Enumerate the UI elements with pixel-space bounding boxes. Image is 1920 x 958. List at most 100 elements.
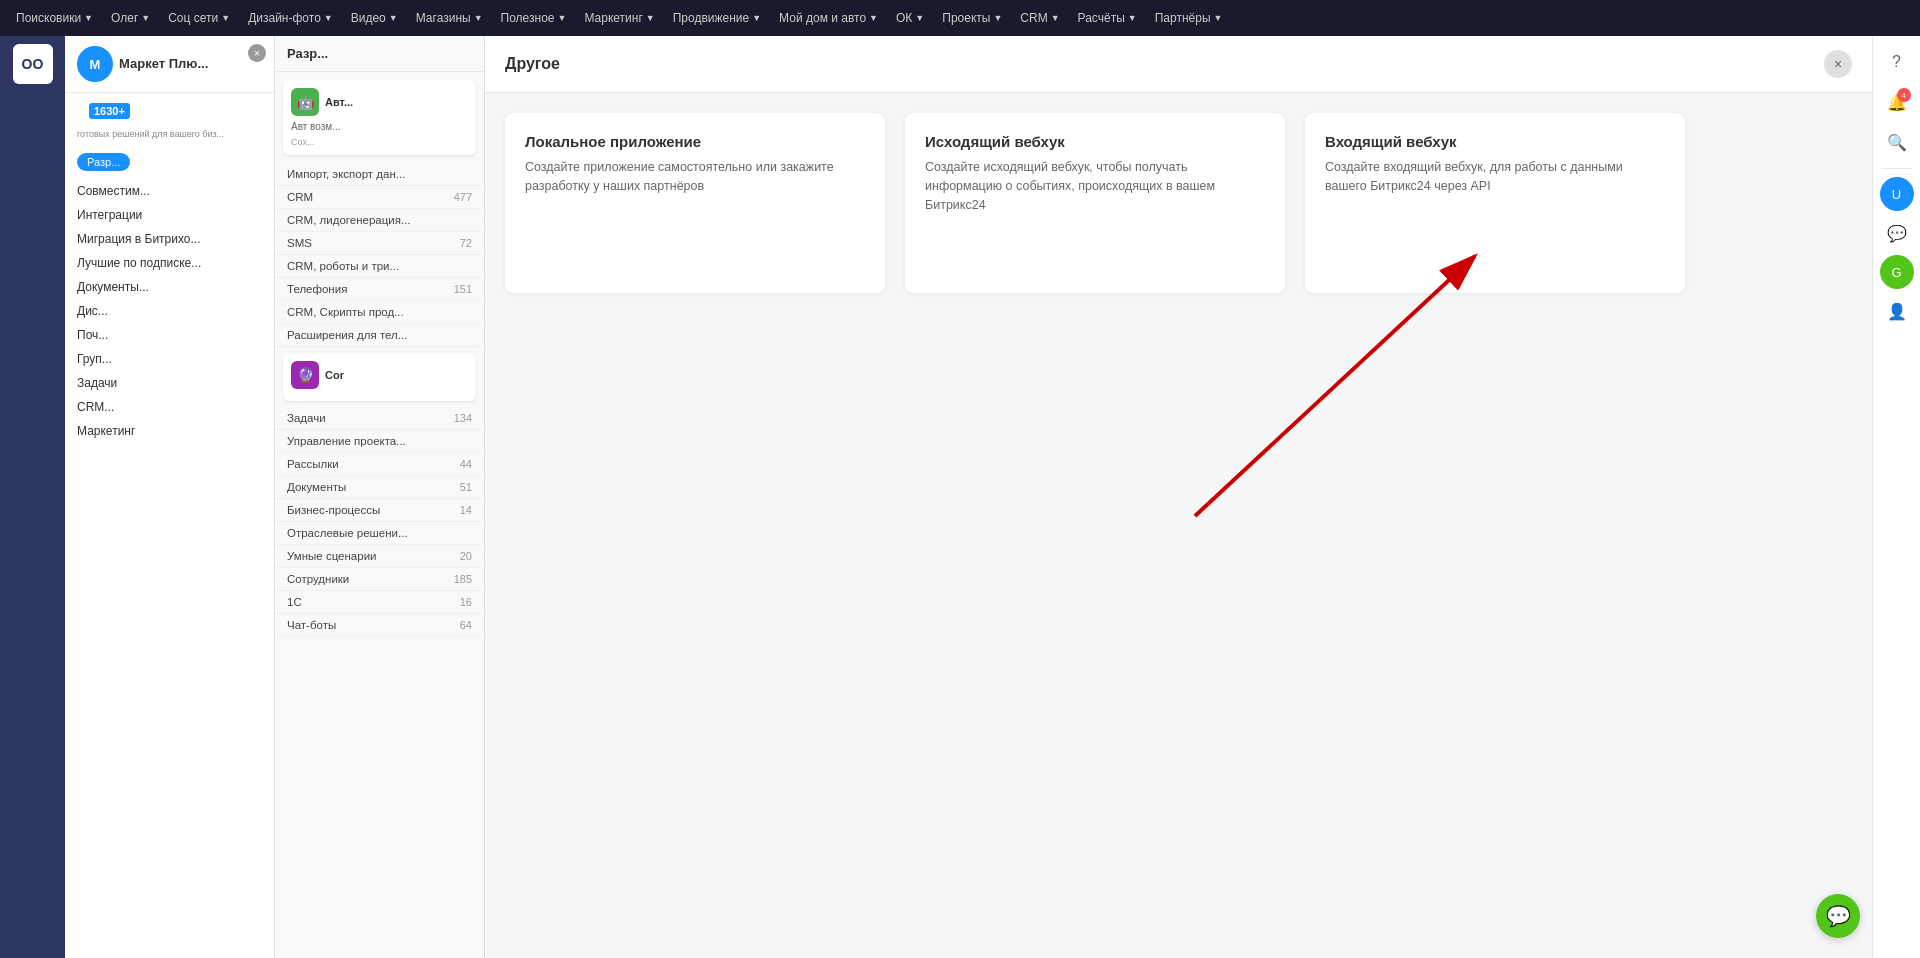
filter-button[interactable]: Разр... (77, 153, 130, 171)
filter-item-tasks[interactable]: Задачи 134 (275, 407, 484, 430)
chevron-icon: ▼ (389, 13, 398, 23)
chevron-icon: ▼ (558, 13, 567, 23)
fab-support-button[interactable]: 💬 (1816, 894, 1860, 938)
nav-item-design[interactable]: Дизайн-фото ▼ (240, 7, 341, 29)
nav-item-crm-nav[interactable]: CRM... (65, 395, 274, 419)
nav-item-poisk[interactable]: Поисковики ▼ (8, 7, 101, 29)
app-sidebar: OO (0, 36, 65, 958)
filter-panel-header: Разр... (275, 36, 484, 72)
card-incoming-webhook[interactable]: Входящий вебхук Создайте входящий вебхук… (1305, 113, 1685, 293)
card-local-app[interactable]: Локальное приложение Создайте приложение… (505, 113, 885, 293)
market-panel-title: Маркет Плю... (119, 56, 208, 72)
filter-item-extensions[interactable]: Расширения для тел... (275, 324, 484, 347)
chat-icon-button[interactable]: 💬 (1879, 215, 1915, 251)
nav-item-marketing[interactable]: Маркетинг ▼ (576, 7, 662, 29)
card-outgoing-desc: Создайте исходящий вебхук, чтобы получат… (925, 158, 1265, 214)
nav-item-useful[interactable]: Полезное ▼ (493, 7, 575, 29)
market-panel-header: M Маркет Плю... × (65, 36, 274, 93)
app-icon-1: 🤖 (291, 88, 319, 116)
filter-item-mailings[interactable]: Рассылки 44 (275, 453, 484, 476)
chevron-icon: ▼ (221, 13, 230, 23)
question-icon-button[interactable]: ? (1879, 44, 1915, 80)
card-outgoing-title: Исходящий вебхук (925, 133, 1265, 150)
search-icon-button[interactable]: 🔍 (1879, 124, 1915, 160)
app-card-mini-cor[interactable]: 🔮 Cor (283, 353, 476, 401)
filter-item-telephony[interactable]: Телефония 151 (275, 278, 484, 301)
app-card-mini-1[interactable]: 🤖 Авт... Авт возм... Сох... (283, 80, 476, 155)
market-panel: M Маркет Плю... × 1630+ готовых решений … (65, 36, 275, 958)
filter-item-1c[interactable]: 1С 16 (275, 591, 484, 614)
nav-item-crm[interactable]: CRM ▼ (1012, 7, 1067, 29)
modal-header: Другое × (485, 36, 1872, 93)
card-incoming-title: Входящий вебхук (1325, 133, 1665, 150)
filter-item-biz-processes[interactable]: Бизнес-процессы 14 (275, 499, 484, 522)
nav-item-tasks[interactable]: Задачи (65, 371, 274, 395)
nav-item-oleg[interactable]: Олег ▼ (103, 7, 158, 29)
nav-item-shops[interactable]: Магазины ▼ (408, 7, 491, 29)
user-avatar-button[interactable]: U (1880, 177, 1914, 211)
nav-item-calc[interactable]: Расчёты ▼ (1070, 7, 1145, 29)
nav-item-grup[interactable]: Груп... (65, 347, 274, 371)
person-outline-icon-button[interactable]: 👤 (1879, 293, 1915, 329)
card-local-app-title: Локальное приложение (525, 133, 865, 150)
filter-item-crm-scripts[interactable]: CRM, Скрипты прод... (275, 301, 484, 324)
nav-item-social[interactable]: Соц сети ▼ (160, 7, 238, 29)
nav-item-partners[interactable]: Партнёры ▼ (1147, 7, 1231, 29)
modal-dialog: Другое × Локальное приложение Создайте п… (485, 36, 1872, 958)
filter-item-crm-lead[interactable]: CRM, лидогенерация... (275, 209, 484, 232)
filter-item-projects[interactable]: Управление проекта... (275, 430, 484, 453)
card-incoming-desc: Создайте входящий вебхук, для работы с д… (1325, 158, 1665, 196)
filter-list: Импорт, экспорт дан... CRM 477 CRM, лидо… (275, 163, 484, 958)
nav-item-promo[interactable]: Продвижение ▼ (665, 7, 769, 29)
filter-item-documents[interactable]: Документы 51 (275, 476, 484, 499)
market-nav-list: Совместим... Интеграции Миграция в Битри… (65, 179, 274, 958)
content-area: M Маркет Плю... × 1630+ готовых решений … (65, 36, 1920, 958)
nav-item-integrations[interactable]: Интеграции (65, 203, 274, 227)
nav-item-migration[interactable]: Миграция в Битрихо... (65, 227, 274, 251)
app-desc-1: Авт возм... (291, 120, 468, 133)
card-local-app-desc: Создайте приложение самостоятельно или з… (525, 158, 865, 196)
main-layout: OO M Маркет Плю... × 1630+ готовых решен… (0, 36, 1920, 958)
green-avatar-button[interactable]: G (1880, 255, 1914, 289)
chevron-icon: ▼ (1214, 13, 1223, 23)
chevron-icon: ▼ (324, 13, 333, 23)
filter-item-employees[interactable]: Сотрудники 185 (275, 568, 484, 591)
chevron-icon: ▼ (474, 13, 483, 23)
market-counter: 1630+ (89, 103, 130, 119)
nav-item-ok[interactable]: ОК ▼ (888, 7, 932, 29)
market-panel-close-button[interactable]: × (248, 44, 266, 62)
filter-item-smart-scenarios[interactable]: Умные сценарии 20 (275, 545, 484, 568)
nav-item-video[interactable]: Видео ▼ (343, 7, 406, 29)
nav-item-marketing-nav[interactable]: Маркетинг (65, 419, 274, 443)
modal-overlay: Другое × Локальное приложение Создайте п… (485, 36, 1872, 958)
chevron-icon: ▼ (141, 13, 150, 23)
chevron-icon: ▼ (915, 13, 924, 23)
chevron-icon: ▼ (1051, 13, 1060, 23)
sidebar-divider (1882, 168, 1912, 169)
filter-panel: Разр... 🤖 Авт... Авт возм... Сох... Импо… (275, 36, 485, 958)
filter-item-chatbots[interactable]: Чат-боты 64 (275, 614, 484, 637)
app-title-1: Авт... (325, 96, 353, 108)
card-outgoing-webhook[interactable]: Исходящий вебхук Создайте исходящий вебх… (905, 113, 1285, 293)
filter-item-crm-robots[interactable]: CRM, роботы и три... (275, 255, 484, 278)
chevron-icon: ▼ (84, 13, 93, 23)
nav-item-sovmestimost[interactable]: Совместим... (65, 179, 274, 203)
nav-item-best-sub[interactable]: Лучшие по подписке... (65, 251, 274, 275)
nav-item-projects[interactable]: Проекты ▼ (934, 7, 1010, 29)
filter-item-import[interactable]: Импорт, экспорт дан... (275, 163, 484, 186)
modal-title: Другое (505, 55, 560, 73)
nav-item-dis[interactable]: Дис... (65, 299, 274, 323)
modal-close-button[interactable]: × (1824, 50, 1852, 78)
nav-item-docs[interactable]: Документы... (65, 275, 274, 299)
filter-item-crm[interactable]: CRM 477 (275, 186, 484, 209)
filter-item-sms[interactable]: SMS 72 (275, 232, 484, 255)
market-counter-text: готовых решений для вашего биз... (65, 129, 274, 149)
nav-item-poch[interactable]: Поч... (65, 323, 274, 347)
right-sidebar: ? 🔔 4 🔍 U 💬 G 👤 (1872, 36, 1920, 958)
filter-item-industry[interactable]: Отраслевые решени... (275, 522, 484, 545)
bell-icon-button[interactable]: 🔔 4 (1879, 84, 1915, 120)
chevron-icon: ▼ (752, 13, 761, 23)
nav-item-home[interactable]: Мой дом и авто ▼ (771, 7, 886, 29)
chevron-icon: ▼ (993, 13, 1002, 23)
app-icon-cor: 🔮 (291, 361, 319, 389)
